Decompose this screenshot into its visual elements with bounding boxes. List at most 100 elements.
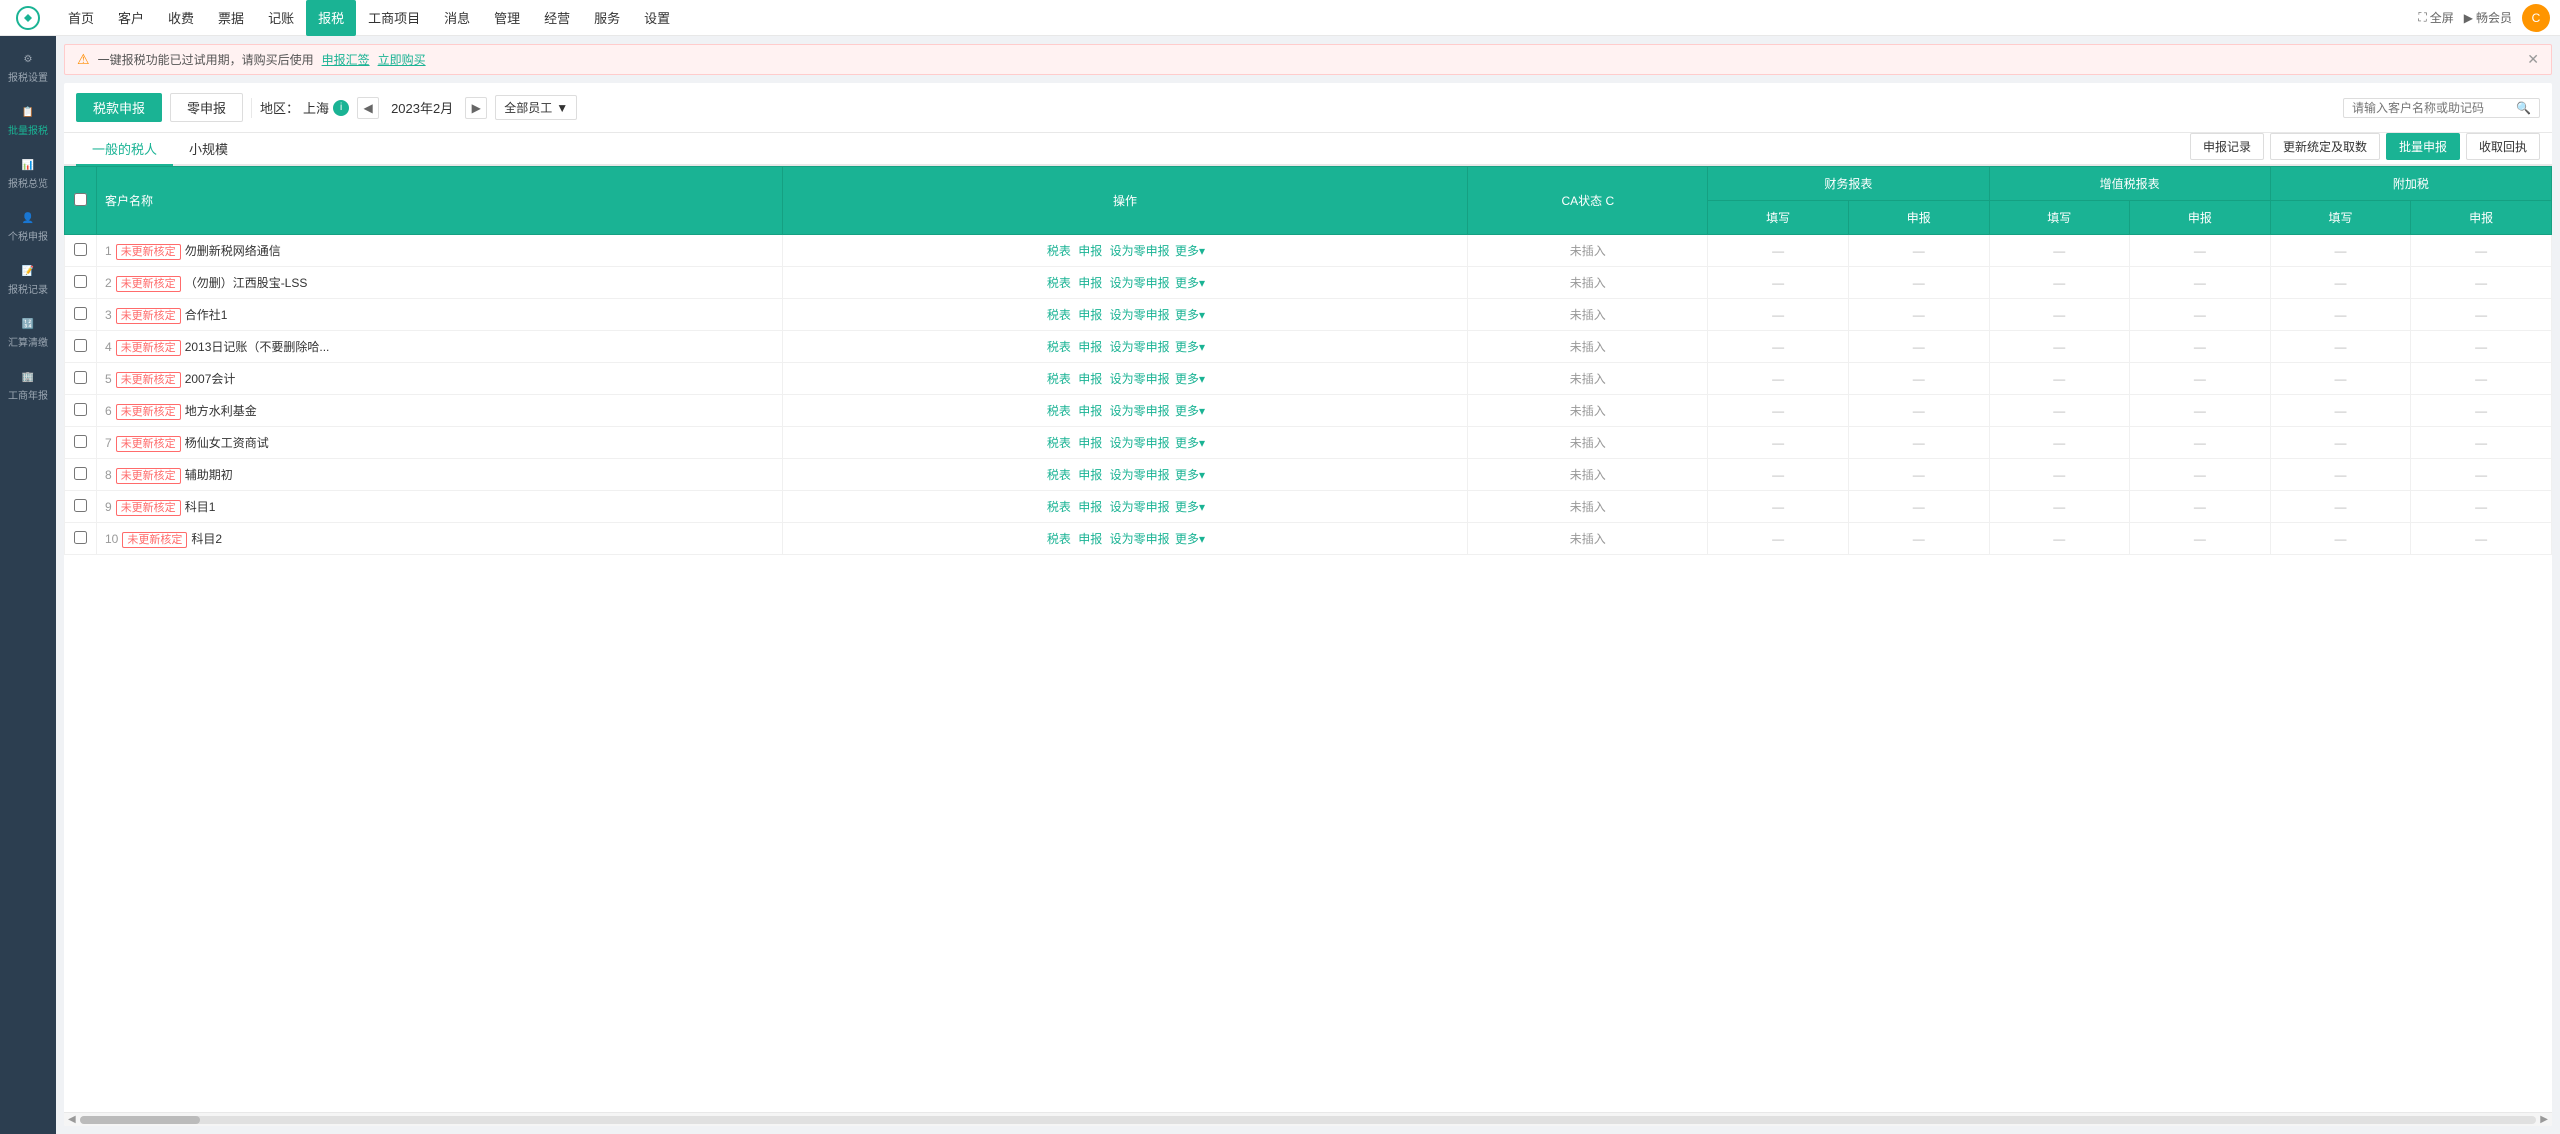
more-dropdown-btn[interactable]: 更多▾ xyxy=(1175,404,1205,418)
nav-bookkeeping[interactable]: 记账 xyxy=(256,0,306,36)
fullscreen-button[interactable]: ⛶ 全屏 xyxy=(2418,9,2453,26)
op-btn-0[interactable]: 税表 xyxy=(1047,532,1071,546)
sidebar-item-batch-tax[interactable]: 📋 批量报税 xyxy=(0,93,56,146)
op-btn-2[interactable]: 设为零申报 xyxy=(1110,372,1170,386)
more-dropdown-btn[interactable]: 更多▾ xyxy=(1175,372,1205,386)
more-dropdown-btn[interactable]: 更多▾ xyxy=(1175,500,1205,514)
op-btn-1[interactable]: 申报 xyxy=(1078,340,1102,354)
tab-general-taxpayer[interactable]: 一般的税人 xyxy=(76,133,173,166)
nav-management[interactable]: 管理 xyxy=(482,0,532,36)
op-btn-0[interactable]: 税表 xyxy=(1047,340,1071,354)
row-checkbox[interactable] xyxy=(74,307,87,320)
op-btn-0[interactable]: 税表 xyxy=(1047,244,1071,258)
row-checkbox[interactable] xyxy=(74,467,87,480)
op-btn-1[interactable]: 申报 xyxy=(1078,308,1102,322)
more-dropdown-btn[interactable]: 更多▾ xyxy=(1175,244,1205,258)
sidebar-item-tax-settings[interactable]: ⚙ 报税设置 xyxy=(0,40,56,93)
prev-period-button[interactable]: ◀ xyxy=(357,97,379,119)
nav-services[interactable]: 服务 xyxy=(582,0,632,36)
tax-declare-cell: — xyxy=(2130,427,2271,459)
sidebar-item-personal-tax[interactable]: 👤 个税申报 xyxy=(0,199,56,252)
op-btn-2[interactable]: 设为零申报 xyxy=(1110,404,1170,418)
op-btn-2[interactable]: 设为零申报 xyxy=(1110,532,1170,546)
tab-declaration[interactable]: 税款申报 xyxy=(76,93,162,122)
notice-close-button[interactable]: ✕ xyxy=(2527,51,2539,68)
upgrade-button[interactable]: ▶ 畅会员 xyxy=(2464,9,2512,26)
add-declare-cell: — xyxy=(2411,395,2552,427)
sidebar-item-calc-clear[interactable]: 🔢 汇算清缴 xyxy=(0,305,56,358)
op-btn-1[interactable]: 申报 xyxy=(1078,436,1102,450)
search-icon[interactable]: 🔍 xyxy=(2516,101,2531,115)
op-btn-2[interactable]: 设为零申报 xyxy=(1110,468,1170,482)
row-checkbox[interactable] xyxy=(74,499,87,512)
nav-tax[interactable]: 报税 xyxy=(306,0,356,36)
op-btn-2[interactable]: 设为零申报 xyxy=(1110,308,1170,322)
client-name-cell: 4未更新核定2013日记账（不要删除哈... xyxy=(97,331,783,363)
nav-billing[interactable]: 收费 xyxy=(156,0,206,36)
row-checkbox[interactable] xyxy=(74,275,87,288)
nav-invoice[interactable]: 票据 xyxy=(206,0,256,36)
op-btn-1[interactable]: 申报 xyxy=(1078,532,1102,546)
op-btn-0[interactable]: 税表 xyxy=(1047,436,1071,450)
nav-operations[interactable]: 经营 xyxy=(532,0,582,36)
more-dropdown-btn[interactable]: 更多▾ xyxy=(1175,340,1205,354)
user-avatar[interactable]: C xyxy=(2522,4,2550,32)
row-checkbox[interactable] xyxy=(74,435,87,448)
op-btn-0[interactable]: 税表 xyxy=(1047,468,1071,482)
more-dropdown-btn[interactable]: 更多▾ xyxy=(1175,468,1205,482)
scroll-right-icon[interactable]: ▶ xyxy=(2540,1114,2548,1125)
row-checkbox[interactable] xyxy=(74,531,87,544)
op-btn-0[interactable]: 税表 xyxy=(1047,404,1071,418)
op-btn-2[interactable]: 设为零申报 xyxy=(1110,436,1170,450)
op-btn-2[interactable]: 设为零申报 xyxy=(1110,500,1170,514)
notice-link-declaration[interactable]: 申报汇签 xyxy=(322,51,370,68)
sidebar-item-tax-records[interactable]: 📝 报税记录 xyxy=(0,252,56,305)
op-btn-1[interactable]: 申报 xyxy=(1078,500,1102,514)
sidebar-item-tax-overview[interactable]: 📊 报税总览 xyxy=(0,146,56,199)
fetch-back-button[interactable]: 收取回执 xyxy=(2466,133,2540,160)
more-dropdown-btn[interactable]: 更多▾ xyxy=(1175,436,1205,450)
op-btn-0[interactable]: 税表 xyxy=(1047,308,1071,322)
more-dropdown-btn[interactable]: 更多▾ xyxy=(1175,532,1205,546)
op-btn-2[interactable]: 设为零申报 xyxy=(1110,244,1170,258)
op-btn-1[interactable]: 申报 xyxy=(1078,468,1102,482)
declaration-record-button[interactable]: 申报记录 xyxy=(2190,133,2264,160)
more-dropdown-btn[interactable]: 更多▾ xyxy=(1175,308,1205,322)
next-period-button[interactable]: ▶ xyxy=(465,97,487,119)
employee-selector[interactable]: 全部员工 ▼ xyxy=(495,95,577,120)
search-input[interactable] xyxy=(2352,101,2512,115)
op-btn-1[interactable]: 申报 xyxy=(1078,244,1102,258)
op-btn-0[interactable]: 税表 xyxy=(1047,372,1071,386)
scrollbar-thumb[interactable] xyxy=(80,1116,200,1124)
op-btn-1[interactable]: 申报 xyxy=(1078,404,1102,418)
op-btn-0[interactable]: 税表 xyxy=(1047,500,1071,514)
row-checkbox[interactable] xyxy=(74,339,87,352)
scroll-left-icon[interactable]: ◀ xyxy=(68,1114,76,1125)
select-all-checkbox[interactable] xyxy=(74,193,87,206)
op-btn-1[interactable]: 申报 xyxy=(1078,276,1102,290)
op-btn-2[interactable]: 设为零申报 xyxy=(1110,340,1170,354)
update-fetch-button[interactable]: 更新统定及取数 xyxy=(2270,133,2380,160)
notice-link-buy[interactable]: 立即购买 xyxy=(378,51,426,68)
batch-declare-button[interactable]: 批量申报 xyxy=(2386,133,2460,160)
more-dropdown-btn[interactable]: 更多▾ xyxy=(1175,276,1205,290)
row-checkbox[interactable] xyxy=(74,243,87,256)
client-name-cell: 8未更新核定辅助期初 xyxy=(97,459,783,491)
region-info-icon[interactable]: i xyxy=(333,100,349,116)
status-tag: 未更新核定 xyxy=(116,244,181,260)
nav-messages[interactable]: 消息 xyxy=(432,0,482,36)
nav-client[interactable]: 客户 xyxy=(106,0,156,36)
row-checkbox[interactable] xyxy=(74,403,87,416)
tab-small-scale[interactable]: 小规模 xyxy=(173,133,244,166)
nav-biz-project[interactable]: 工商项目 xyxy=(356,0,432,36)
op-btn-0[interactable]: 税表 xyxy=(1047,276,1071,290)
nav-settings[interactable]: 设置 xyxy=(632,0,682,36)
op-btn-2[interactable]: 设为零申报 xyxy=(1110,276,1170,290)
batch-tax-icon: 📋 xyxy=(17,101,39,123)
sidebar-item-biz-annual[interactable]: 🏢 工商年报 xyxy=(0,358,56,411)
tab-zero[interactable]: 零申报 xyxy=(170,93,243,122)
op-btn-1[interactable]: 申报 xyxy=(1078,372,1102,386)
nav-home[interactable]: 首页 xyxy=(56,0,106,36)
tax-declare-cell: — xyxy=(2130,235,2271,267)
row-checkbox[interactable] xyxy=(74,371,87,384)
